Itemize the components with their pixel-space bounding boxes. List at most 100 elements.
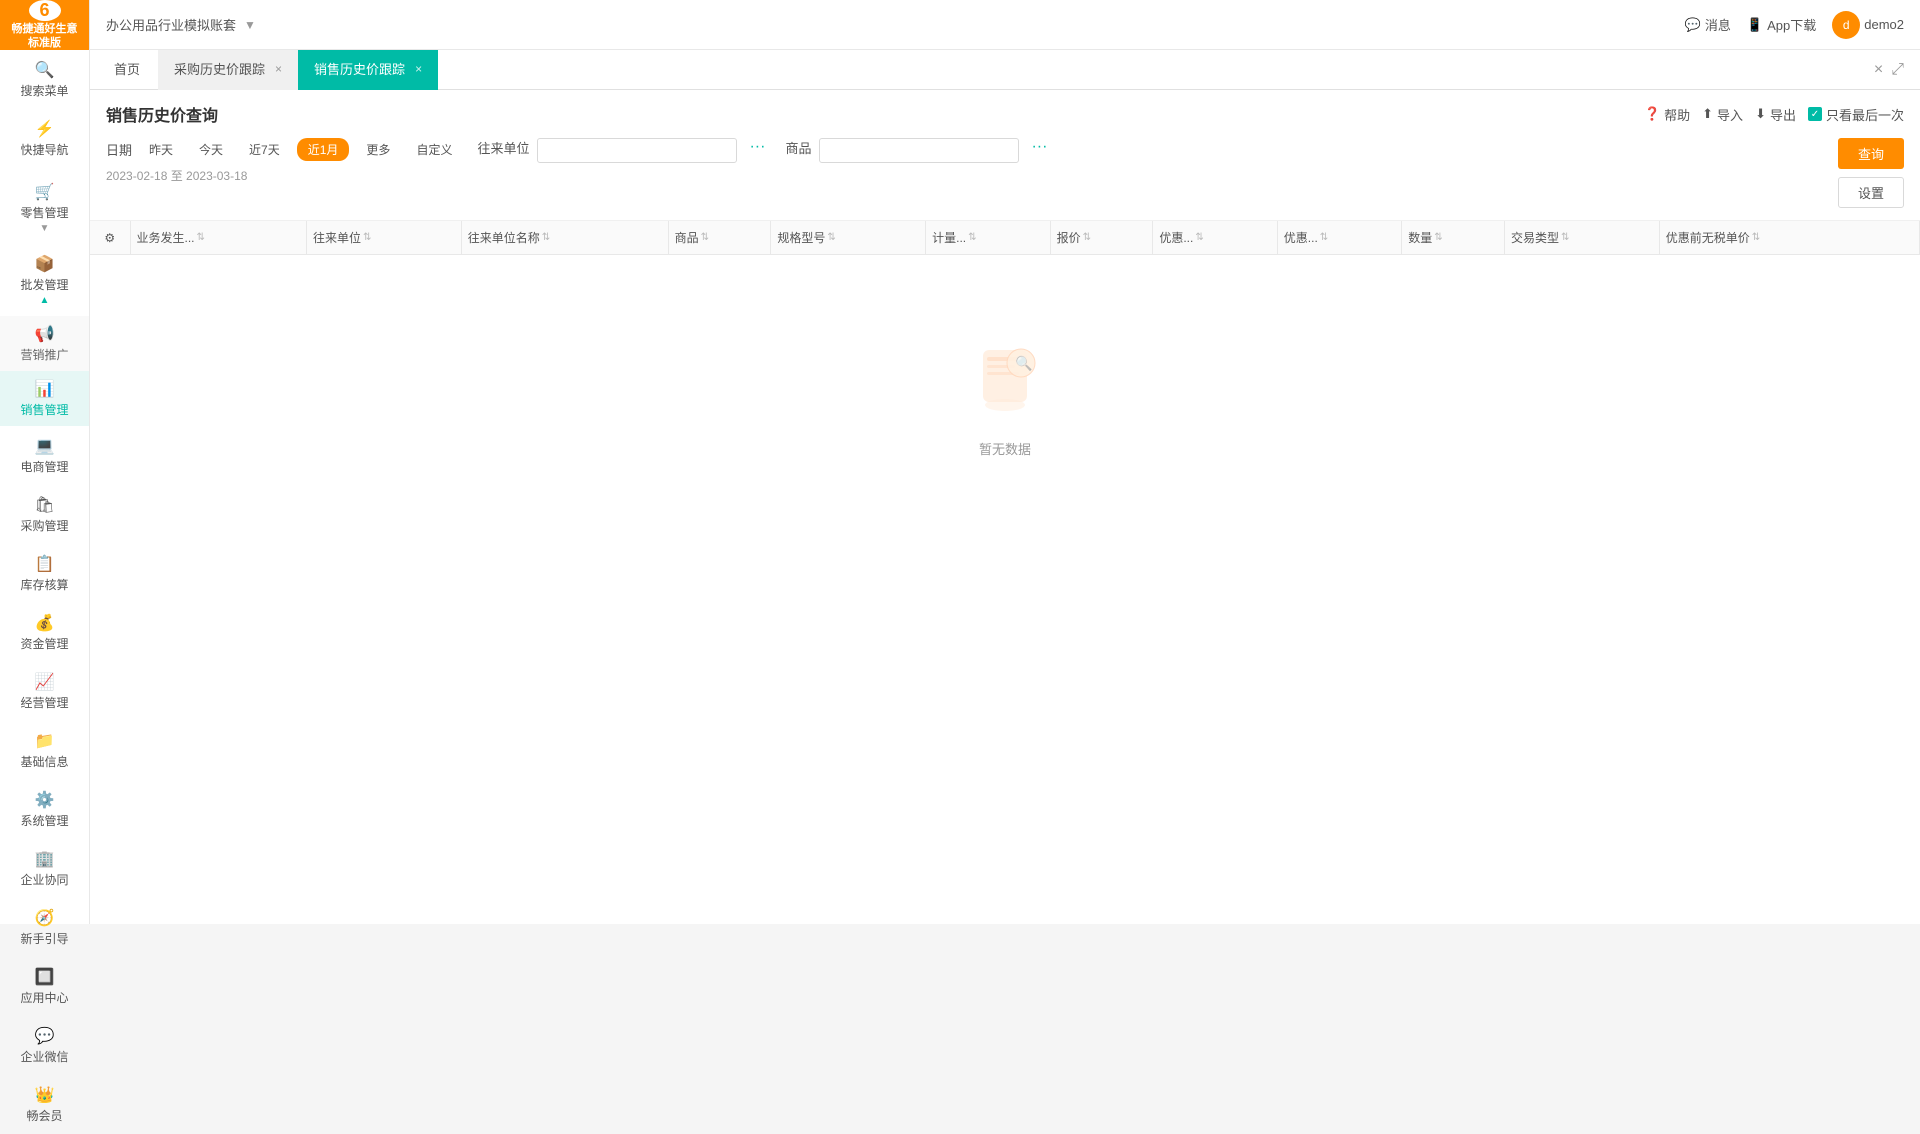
- date-btn-1month[interactable]: 近1月: [297, 138, 350, 161]
- help-button[interactable]: ❓ 帮助: [1644, 105, 1690, 124]
- sidebar-item-guide[interactable]: 🧭 新手引导: [0, 898, 89, 957]
- query-button[interactable]: 查询: [1838, 138, 1904, 169]
- checkbox-checked-icon: ✓: [1808, 107, 1822, 121]
- app-download-button[interactable]: 📱 App下载: [1747, 15, 1816, 34]
- sidebar-item-operation[interactable]: 📈 经营管理: [0, 662, 89, 721]
- sort-icon: ⇅: [1561, 232, 1569, 243]
- only-last-checkbox[interactable]: ✓ 只看最后一次: [1808, 105, 1904, 124]
- sort-icon: ⇅: [1083, 232, 1091, 243]
- th-unit-code[interactable]: 往来单位 ⇅: [306, 221, 461, 255]
- table-head: ⚙ 业务发生... ⇅ 往来单位: [90, 221, 1920, 255]
- tab-sales-history[interactable]: 销售历史价跟踪 ×: [298, 50, 438, 90]
- th-gear[interactable]: ⚙: [90, 221, 130, 255]
- settings-button[interactable]: 设置: [1838, 177, 1904, 208]
- th-quantity-label: 数量: [1408, 229, 1432, 246]
- from-unit-search-icon[interactable]: ···: [745, 138, 769, 156]
- date-btn-more[interactable]: 更多: [357, 138, 399, 161]
- sort-icon: ⇅: [701, 232, 709, 243]
- user-menu[interactable]: d demo2: [1832, 11, 1904, 39]
- sidebar-item-member[interactable]: 👑 畅会员: [0, 1075, 89, 1134]
- th-biz-date[interactable]: 业务发生... ⇅: [130, 221, 306, 255]
- sidebar-item-finance[interactable]: 💰 资金管理: [0, 603, 89, 662]
- sidebar-item-purchase[interactable]: 🛍 采购管理: [0, 485, 89, 544]
- from-unit-input[interactable]: [537, 138, 737, 163]
- app-version: 标准版: [28, 37, 61, 50]
- th-pre-tax-price[interactable]: 优惠前无税单价 ⇅: [1659, 221, 1919, 255]
- sidebar-item-enterprise[interactable]: 🏢 企业协同: [0, 839, 89, 898]
- date-btn-custom[interactable]: 自定义: [407, 138, 461, 161]
- sort-icon: ⇅: [827, 232, 835, 243]
- maximize-window-button[interactable]: ⤢: [1891, 61, 1904, 79]
- wholesale-submenu: 📢 营销推广 📊 销售管理: [0, 316, 89, 426]
- system-icon: ⚙️: [35, 790, 55, 810]
- sidebar-item-wechat[interactable]: 💬 企业微信: [0, 1016, 89, 1075]
- app-name: 畅捷通好生意: [12, 23, 78, 36]
- filter-area: 日期 昨天 今天 近7天 近1月 更多 自定义 2023-02-18 至 202…: [90, 126, 1920, 221]
- th-unit-name-label: 往来单位名称: [468, 229, 540, 246]
- import-label: 导入: [1717, 105, 1743, 124]
- page-title: 销售历史价查询: [106, 102, 218, 126]
- wechat-icon: 💬: [35, 1026, 55, 1046]
- sidebar-item-label: 新手引导: [20, 930, 68, 947]
- sidebar-item-wholesale[interactable]: 📦 批发管理 ▲: [0, 244, 89, 316]
- filter-date-section: 日期 昨天 今天 近7天 近1月 更多 自定义 2023-02-18 至 202…: [106, 138, 461, 184]
- sidebar-item-search[interactable]: 🔍 搜索菜单: [0, 50, 89, 109]
- th-unit-name[interactable]: 往来单位名称 ⇅: [461, 221, 668, 255]
- date-label: 日期: [106, 140, 132, 159]
- sort-icon: ⇅: [363, 232, 371, 243]
- th-product[interactable]: 商品 ⇅: [668, 221, 771, 255]
- sidebar-item-label: 库存核算: [20, 576, 68, 593]
- tab-purchase-history-label: 采购历史价跟踪: [174, 59, 265, 78]
- th-quantity[interactable]: 数量 ⇅: [1402, 221, 1505, 255]
- th-discount2[interactable]: 优惠... ⇅: [1277, 221, 1401, 255]
- sidebar-item-label: 资金管理: [20, 635, 68, 652]
- basic-icon: 📁: [35, 731, 55, 751]
- finance-icon: 💰: [35, 613, 55, 633]
- sidebar-item-basic[interactable]: 📁 基础信息: [0, 721, 89, 780]
- operation-icon: 📈: [35, 672, 55, 692]
- export-label: 导出: [1770, 105, 1796, 124]
- dropdown-icon[interactable]: ▼: [244, 18, 256, 32]
- date-btn-yesterday[interactable]: 昨天: [140, 138, 182, 161]
- product-label: 商品: [785, 138, 811, 157]
- gear-icon: ⚙: [104, 231, 115, 245]
- export-button[interactable]: ⬇ 导出: [1755, 105, 1796, 124]
- th-unit[interactable]: 计量... ⇅: [926, 221, 1050, 255]
- table-header-row: ⚙ 业务发生... ⇅ 往来单位: [90, 221, 1920, 255]
- sidebar-item-ecommerce[interactable]: 💻 电商管理: [0, 426, 89, 485]
- th-quoted-price[interactable]: 报价 ⇅: [1050, 221, 1153, 255]
- th-spec[interactable]: 规格型号 ⇅: [771, 221, 926, 255]
- sidebar-item-apps[interactable]: 🔲 应用中心: [0, 957, 89, 1016]
- sidebar-item-label: 搜索菜单: [20, 82, 68, 99]
- sidebar-item-shortcut[interactable]: ⚡ 快捷导航: [0, 109, 89, 168]
- product-input[interactable]: [819, 138, 1019, 163]
- message-button[interactable]: 💬 消息: [1685, 15, 1731, 34]
- import-icon: ⬆: [1702, 106, 1713, 122]
- sort-icon: ⇅: [542, 232, 550, 243]
- empty-state: 🔍 暂无数据: [90, 255, 1920, 538]
- sidebar-item-retail[interactable]: 🛒 零售管理 ▼: [0, 172, 89, 244]
- tab-home[interactable]: 首页: [98, 50, 156, 90]
- sort-icon: ⇅: [1195, 232, 1203, 243]
- marketing-icon: 📢: [35, 324, 55, 344]
- sidebar-item-marketing[interactable]: 📢 营销推广: [0, 316, 89, 371]
- th-pre-tax-price-label: 优惠前无税单价: [1666, 229, 1750, 246]
- tab-purchase-history[interactable]: 采购历史价跟踪 ×: [158, 50, 298, 90]
- tab-purchase-history-close[interactable]: ×: [275, 62, 282, 76]
- tab-sales-history-close[interactable]: ×: [415, 62, 422, 76]
- sidebar-item-sales-management[interactable]: 📊 销售管理: [0, 371, 89, 426]
- date-btn-today[interactable]: 今天: [190, 138, 232, 161]
- product-search-icon[interactable]: ···: [1027, 138, 1051, 156]
- sidebar-item-system[interactable]: ⚙️ 系统管理: [0, 780, 89, 839]
- avatar: d: [1832, 11, 1860, 39]
- th-discount1[interactable]: 优惠... ⇅: [1153, 221, 1277, 255]
- import-button[interactable]: ⬆ 导入: [1702, 105, 1743, 124]
- sidebar-item-inventory[interactable]: 📋 库存核算: [0, 544, 89, 603]
- empty-illustration: 🔍: [965, 335, 1045, 431]
- th-trade-type[interactable]: 交易类型 ⇅: [1504, 221, 1659, 255]
- member-icon: 👑: [35, 1085, 55, 1105]
- date-btn-7days[interactable]: 近7天: [240, 138, 289, 161]
- table-area: ⚙ 业务发生... ⇅ 往来单位: [90, 221, 1920, 924]
- sidebar-item-label: 企业协同: [20, 871, 68, 888]
- close-window-button[interactable]: ×: [1874, 61, 1883, 79]
